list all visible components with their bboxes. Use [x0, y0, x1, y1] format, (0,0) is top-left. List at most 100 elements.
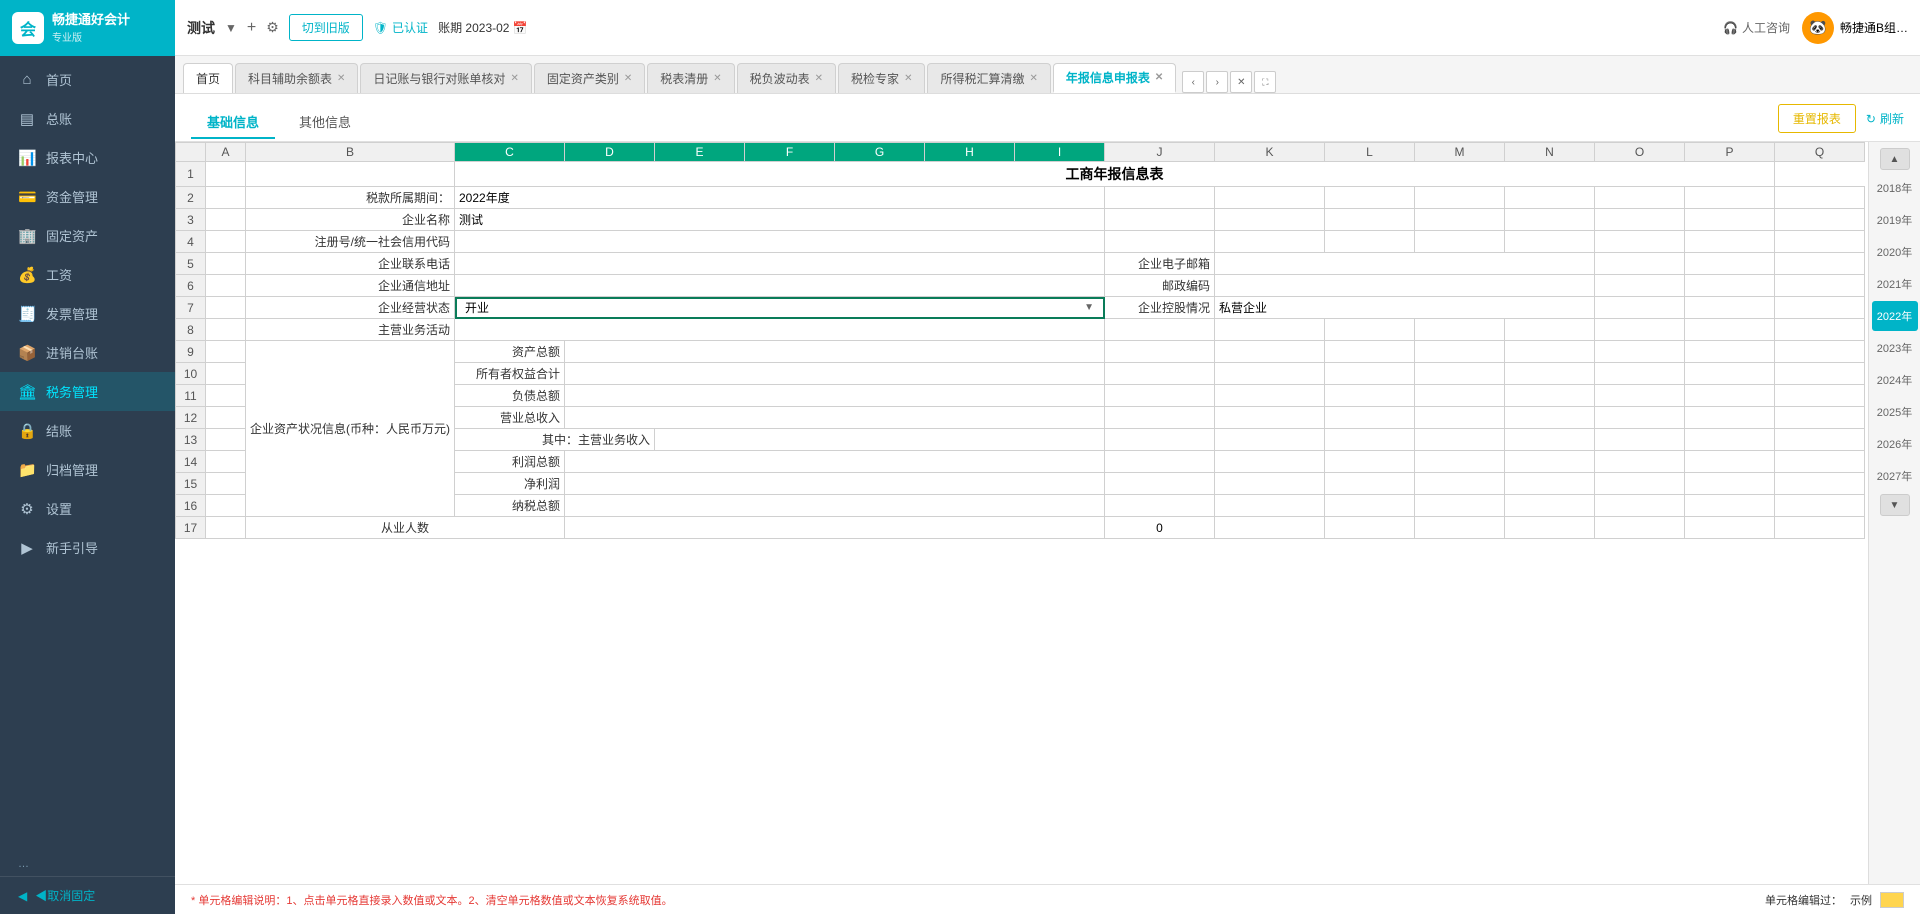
- cell-17-D[interactable]: [565, 517, 1105, 539]
- cell-10-C[interactable]: 所有者权益合计: [455, 363, 565, 385]
- cell-8-M[interactable]: [1415, 319, 1505, 341]
- cell-3-J[interactable]: [1105, 209, 1215, 231]
- cell-2-K[interactable]: [1215, 187, 1325, 209]
- cell-10-O[interactable]: [1595, 363, 1685, 385]
- cell-11-M[interactable]: [1415, 385, 1505, 407]
- cell-5-A[interactable]: [206, 253, 246, 275]
- col-N[interactable]: N: [1505, 143, 1595, 162]
- cell-13-L[interactable]: [1325, 429, 1415, 451]
- col-P[interactable]: P: [1685, 143, 1775, 162]
- sidebar-item-archive[interactable]: 📁 归档管理: [0, 450, 175, 489]
- cell-8-C[interactable]: [455, 319, 1105, 341]
- col-A[interactable]: A: [206, 143, 246, 162]
- cell-3-P[interactable]: [1685, 209, 1775, 231]
- cell-13-K[interactable]: [1215, 429, 1325, 451]
- col-M[interactable]: M: [1415, 143, 1505, 162]
- topbar-add-icon[interactable]: +: [247, 19, 256, 37]
- cell-14-O[interactable]: [1595, 451, 1685, 473]
- cell-5-J[interactable]: 企业电子邮箱: [1105, 253, 1215, 275]
- service-button[interactable]: 🎧 人工咨询: [1723, 19, 1790, 36]
- cell-13-A[interactable]: [206, 429, 246, 451]
- cell-4-J[interactable]: [1105, 231, 1215, 253]
- cell-9-N[interactable]: [1505, 341, 1595, 363]
- cell-12-A[interactable]: [206, 407, 246, 429]
- cell-17-N[interactable]: [1505, 517, 1595, 539]
- user-menu[interactable]: 🐼 畅捷通B组…: [1802, 12, 1908, 44]
- cell-13-C[interactable]: 其中：主营业务收入: [455, 429, 655, 451]
- cell-3-C[interactable]: 测试: [455, 209, 1105, 231]
- cell-9-A[interactable]: [206, 341, 246, 363]
- cell-14-L[interactable]: [1325, 451, 1415, 473]
- cell-13-E[interactable]: [655, 429, 1105, 451]
- cell-10-J[interactable]: [1105, 363, 1215, 385]
- sidebar-item-tax[interactable]: 🏛 税务管理: [0, 372, 175, 411]
- cell-12-D[interactable]: [565, 407, 1105, 429]
- cell-10-L[interactable]: [1325, 363, 1415, 385]
- cell-14-K[interactable]: [1215, 451, 1325, 473]
- col-O[interactable]: O: [1595, 143, 1685, 162]
- cell-4-C[interactable]: [455, 231, 1105, 253]
- cell-17-B[interactable]: 从业人数: [246, 517, 565, 539]
- cell-14-Q[interactable]: [1775, 451, 1865, 473]
- cell-15-K[interactable]: [1215, 473, 1325, 495]
- cell-6-B[interactable]: 企业通信地址: [246, 275, 455, 297]
- tab-tax-expert[interactable]: 税检专家 ✕: [838, 63, 925, 93]
- cell-12-N[interactable]: [1505, 407, 1595, 429]
- spreadsheet-container[interactable]: A B C D E F G H I J K L: [175, 142, 1868, 884]
- year-scroll-up-button[interactable]: ▲: [1880, 148, 1910, 170]
- cell-8-Q[interactable]: [1775, 319, 1865, 341]
- cell-12-Q[interactable]: [1775, 407, 1865, 429]
- cell-4-K[interactable]: [1215, 231, 1325, 253]
- cell-17-J[interactable]: 0: [1105, 517, 1215, 539]
- cell-2-P[interactable]: [1685, 187, 1775, 209]
- tab-home[interactable]: 首页: [183, 63, 233, 93]
- close-icon[interactable]: ✕: [1029, 73, 1037, 84]
- cell-17-P[interactable]: [1685, 517, 1775, 539]
- cell-15-A[interactable]: [206, 473, 246, 495]
- cell-3-M[interactable]: [1415, 209, 1505, 231]
- cell-3-A[interactable]: [206, 209, 246, 231]
- cell-5-C[interactable]: [455, 253, 1105, 275]
- close-icon[interactable]: ✕: [510, 73, 518, 84]
- cell-1-B[interactable]: [246, 162, 455, 187]
- topbar-dropdown-arrow[interactable]: ▼: [225, 21, 237, 35]
- cell-2-O[interactable]: [1595, 187, 1685, 209]
- cell-2-A[interactable]: [206, 187, 246, 209]
- cell-9-K[interactable]: [1215, 341, 1325, 363]
- cell-2-B[interactable]: 税款所属期间：: [246, 187, 455, 209]
- tab-income-tax[interactable]: 所得税汇算清缴 ✕: [927, 63, 1050, 93]
- close-icon[interactable]: ✕: [713, 73, 721, 84]
- tab-fixed-assets[interactable]: 固定资产类别 ✕: [534, 63, 645, 93]
- cell-11-N[interactable]: [1505, 385, 1595, 407]
- cell-9-J[interactable]: [1105, 341, 1215, 363]
- cell-13-J[interactable]: [1105, 429, 1215, 451]
- cell-10-M[interactable]: [1415, 363, 1505, 385]
- cell-4-N[interactable]: [1505, 231, 1595, 253]
- refresh-button[interactable]: ↻ 刷新: [1866, 110, 1904, 127]
- cell-3-Q[interactable]: [1775, 209, 1865, 231]
- cell-8-K[interactable]: [1215, 319, 1325, 341]
- cell-12-C[interactable]: 营业总收入: [455, 407, 565, 429]
- cell-15-C[interactable]: 净利润: [455, 473, 565, 495]
- year-2018[interactable]: 2018年: [1872, 173, 1918, 203]
- col-I[interactable]: I: [1015, 143, 1105, 162]
- cell-15-N[interactable]: [1505, 473, 1595, 495]
- year-2025[interactable]: 2025年: [1872, 397, 1918, 427]
- tab-tax-return[interactable]: 税表清册 ✕: [647, 63, 734, 93]
- cell-12-O[interactable]: [1595, 407, 1685, 429]
- tab-next-button[interactable]: ›: [1206, 71, 1228, 93]
- tab-tax-fluctuation[interactable]: 税负波动表 ✕: [737, 63, 836, 93]
- col-H[interactable]: H: [925, 143, 1015, 162]
- cell-16-J[interactable]: [1105, 495, 1215, 517]
- cell-7-B[interactable]: 企业经营状态: [246, 297, 455, 319]
- cell-6-Q[interactable]: [1775, 275, 1865, 297]
- cell-14-N[interactable]: [1505, 451, 1595, 473]
- cell-2-Q[interactable]: [1775, 187, 1865, 209]
- year-2024[interactable]: 2024年: [1872, 365, 1918, 395]
- cell-15-J[interactable]: [1105, 473, 1215, 495]
- dropdown-arrow-icon[interactable]: ▼: [1084, 302, 1094, 313]
- cell-9-O[interactable]: [1595, 341, 1685, 363]
- cell-9-12-B[interactable]: 企业资产状况信息(币种：人民币万元): [246, 341, 455, 517]
- cell-17-O[interactable]: [1595, 517, 1685, 539]
- cell-12-K[interactable]: [1215, 407, 1325, 429]
